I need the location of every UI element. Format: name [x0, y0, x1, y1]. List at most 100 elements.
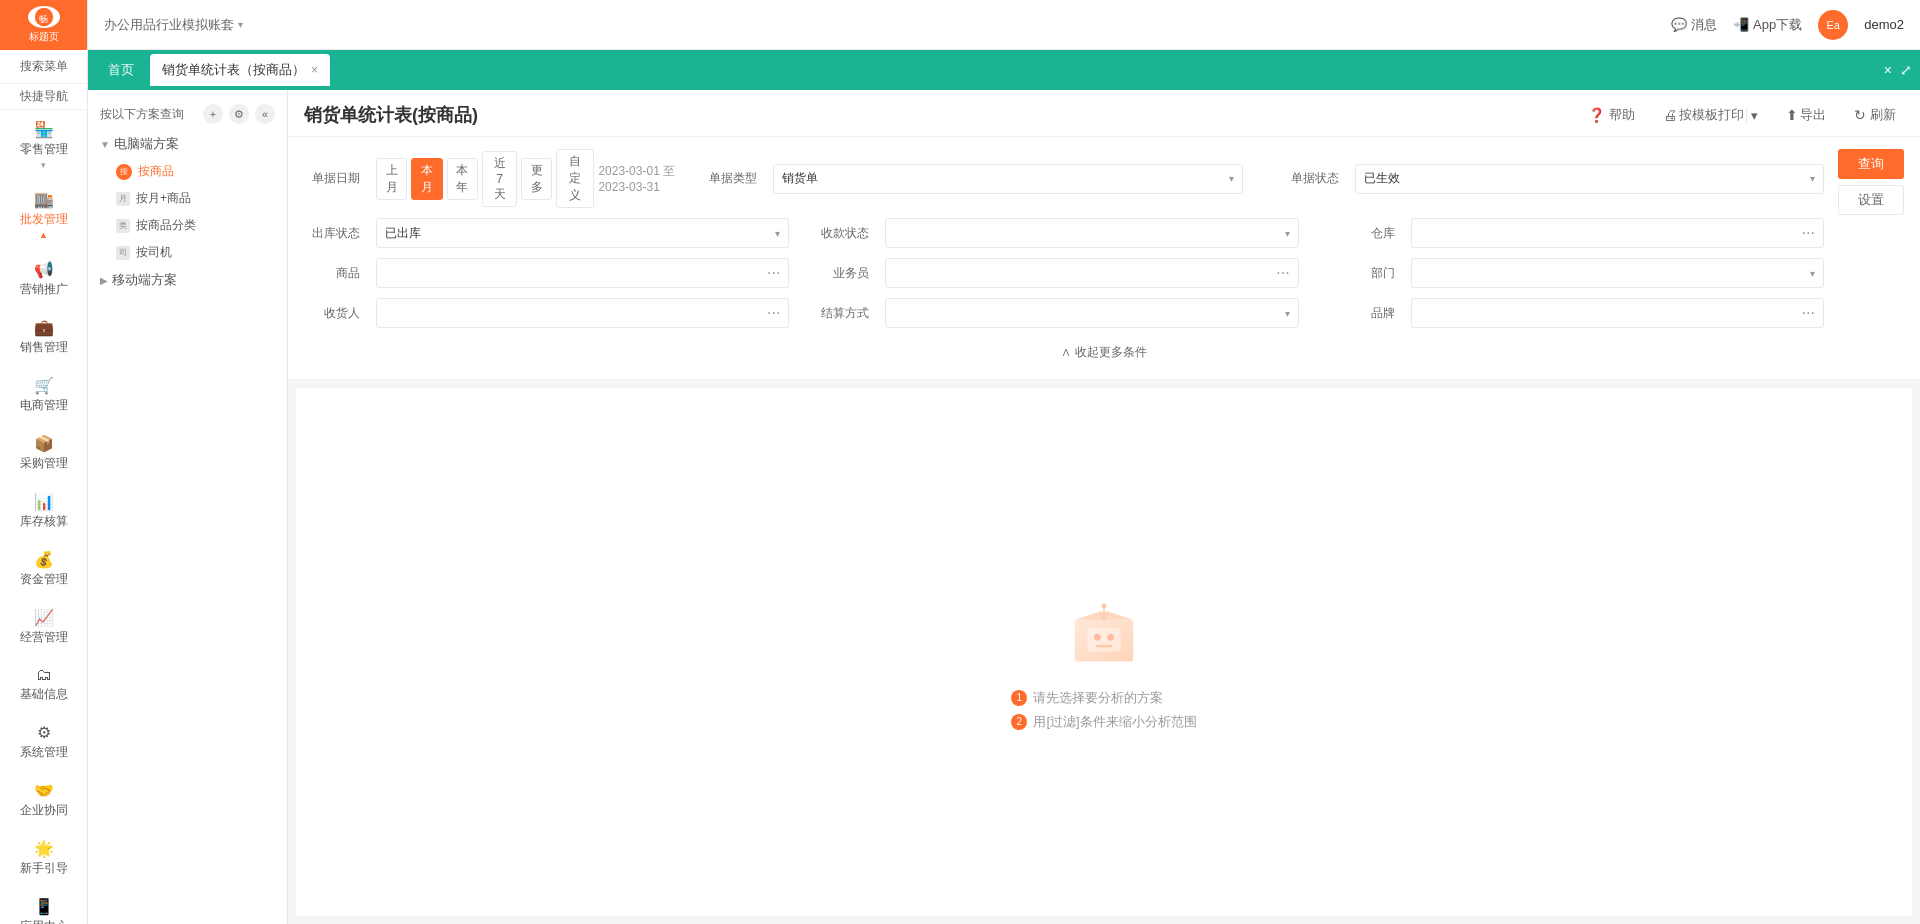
salesperson-input[interactable]: ··· — [885, 258, 1298, 288]
print-button[interactable]: 🖨 按模板打印 ▾ — [1655, 102, 1766, 128]
print-icon: 🖨 — [1663, 107, 1677, 123]
sidebar-item-operations[interactable]: 📈 经营管理 — [0, 598, 87, 656]
title-dropdown-arrow[interactable]: ▾ — [238, 19, 243, 30]
sales-icon: 💼 — [34, 318, 54, 337]
goods-input[interactable]: ··· — [376, 258, 789, 288]
tab-active[interactable]: 销货单统计表（按商品） × — [150, 54, 330, 86]
doc-type-label: 单据类型 — [701, 170, 757, 187]
doc-status-select[interactable]: 已生效 ▾ — [1355, 164, 1825, 194]
brand-dots: ··· — [1802, 304, 1815, 322]
window-close-button[interactable]: × — [1884, 62, 1892, 78]
tab-close-button[interactable]: × — [311, 63, 318, 77]
date-range-display: 2023-03-01 至 2023-03-31 — [598, 163, 677, 194]
main-area: 办公用品行业模拟账套 ▾ 💬 消息 📲 App下载 Ea demo2 首页 销货… — [88, 0, 1920, 924]
quick-nav[interactable]: 快捷导航 — [0, 84, 87, 110]
doc-status-label: 单据状态 — [1283, 170, 1339, 187]
receipt-status-select[interactable]: ▾ — [885, 218, 1298, 248]
svg-point-11 — [1102, 603, 1107, 608]
message-button[interactable]: 💬 消息 — [1671, 16, 1717, 34]
department-select[interactable]: ▾ — [1411, 258, 1824, 288]
svg-point-7 — [1094, 634, 1101, 641]
svg-point-8 — [1107, 634, 1114, 641]
finance-icon: 💰 — [34, 550, 54, 569]
basic-icon: 🗂 — [36, 666, 52, 684]
username-label: demo2 — [1864, 17, 1904, 32]
sidebar-item-retail[interactable]: 🏪 零售管理 ▾ — [0, 110, 87, 180]
empty-illustration — [1054, 574, 1154, 677]
refresh-icon: ↻ — [1854, 107, 1866, 123]
date-btn-this-year[interactable]: 本年 — [447, 158, 478, 200]
user-avatar[interactable]: Ea — [1818, 10, 1848, 40]
tree-parent-pc[interactable]: ▼ 电脑端方案 — [88, 130, 287, 158]
settlement-select[interactable]: ▾ — [885, 298, 1298, 328]
sidebar-item-newbie[interactable]: 🌟 新手引导 — [0, 829, 87, 887]
tab-home[interactable]: 首页 — [96, 54, 146, 86]
content-area: 按以下方案查询 + ⚙ « ▼ 电脑端方案 按 按商品 月 按月+商品 — [88, 90, 1920, 924]
wholesale-icon: 🏬 — [34, 190, 54, 209]
sidebar-item-system[interactable]: ⚙ 系统管理 — [0, 713, 87, 771]
add-scheme-button[interactable]: + — [203, 104, 223, 124]
sidebar-item-apps[interactable]: 📱 应用中心 — [0, 887, 87, 924]
query-buttons: 查询 设置 — [1838, 149, 1904, 215]
search-menu[interactable]: 搜索菜单 — [0, 50, 87, 84]
print-dropdown-arrow[interactable]: ▾ — [1746, 108, 1758, 123]
query-button[interactable]: 查询 — [1838, 149, 1904, 179]
date-btn-custom[interactable]: 自定义 — [556, 149, 594, 208]
date-btn-7days[interactable]: 近7天 — [482, 151, 517, 207]
tree-item-by-driver[interactable]: 司 按司机 — [88, 239, 287, 266]
sidebar-item-purchase[interactable]: 📦 采购管理 — [0, 424, 87, 482]
out-status-select[interactable]: 已出库 ▾ — [376, 218, 789, 248]
download-icon: 📲 — [1733, 17, 1749, 32]
ecommerce-icon: 🛒 — [34, 376, 54, 395]
svg-marker-4 — [1108, 611, 1133, 619]
retail-icon: 🏪 — [34, 120, 54, 139]
receipt-status-arrow: ▾ — [1285, 228, 1290, 239]
sidebar-item-finance[interactable]: 💰 资金管理 — [0, 540, 87, 598]
system-icon: ⚙ — [37, 723, 51, 742]
apps-icon: 📱 — [34, 897, 54, 916]
tree-item-by-month-goods[interactable]: 月 按月+商品 — [88, 185, 287, 212]
receiver-input[interactable]: ··· — [376, 298, 789, 328]
sidebar-item-enterprise[interactable]: 🤝 企业协同 — [0, 771, 87, 829]
filter-row-2: 出库状态 已出库 ▾ 收款状态 ▾ 仓库 ·· — [304, 218, 1904, 248]
collapse-panel-button[interactable]: « — [255, 104, 275, 124]
sidebar-item-wholesale[interactable]: 🏬 批发管理 ▲ — [0, 180, 87, 250]
sidebar-item-ecommerce[interactable]: 🛒 电商管理 — [0, 366, 87, 424]
export-button[interactable]: ⬆ 导出 — [1778, 102, 1834, 128]
left-panel: 按以下方案查询 + ⚙ « ▼ 电脑端方案 按 按商品 月 按月+商品 — [88, 90, 288, 924]
warehouse-input[interactable]: ··· — [1411, 218, 1824, 248]
tree-item-by-goods[interactable]: 按 按商品 — [88, 158, 287, 185]
sidebar-item-inventory[interactable]: 📊 库存核算 — [0, 482, 87, 540]
svg-rect-6 — [1087, 628, 1120, 651]
sidebar-item-marketing[interactable]: 📢 营销推广 — [0, 250, 87, 308]
inventory-icon: 📊 — [34, 492, 54, 511]
sub-icon-2: 类 — [116, 219, 130, 233]
date-btn-more[interactable]: 更多 — [521, 158, 552, 200]
help-button[interactable]: ❓ 帮助 — [1580, 102, 1643, 128]
window-maximize-button[interactable]: ⤢ — [1900, 62, 1912, 78]
doc-type-select[interactable]: 销货单 ▾ — [773, 164, 1243, 194]
app-title: 办公用品行业模拟账套 ▾ — [104, 16, 1659, 34]
purchase-icon: 📦 — [34, 434, 54, 453]
empty-tip-2: 2 用[过滤]条件来缩小分析范围 — [1011, 713, 1196, 731]
svg-rect-9 — [1096, 644, 1113, 647]
scheme-icon: 按 — [116, 164, 132, 180]
sidebar-item-sales[interactable]: 💼 销售管理 — [0, 308, 87, 366]
receipt-status-label: 收款状态 — [813, 225, 869, 242]
refresh-button[interactable]: ↻ 刷新 — [1846, 102, 1904, 128]
tree-parent-mobile[interactable]: ▶ 移动端方案 — [88, 266, 287, 294]
brand-input[interactable]: ··· — [1411, 298, 1824, 328]
collapse-filters-button[interactable]: ∧ 收起更多条件 — [304, 338, 1904, 367]
sidebar-item-basic[interactable]: 🗂 基础信息 — [0, 656, 87, 713]
department-label: 部门 — [1339, 265, 1395, 282]
tree-item-by-category[interactable]: 类 按商品分类 — [88, 212, 287, 239]
app-download-button[interactable]: 📲 App下载 — [1733, 16, 1802, 34]
tabs-window-controls: × ⤢ — [1884, 62, 1912, 78]
date-btn-last-month[interactable]: 上月 — [376, 158, 407, 200]
date-btn-this-month[interactable]: 本月 — [411, 158, 442, 200]
page-title: 销货单统计表(按商品) — [304, 103, 478, 127]
settlement-label: 结算方式 — [813, 305, 869, 322]
doc-status-arrow: ▾ — [1810, 173, 1815, 184]
settings-scheme-button[interactable]: ⚙ — [229, 104, 249, 124]
setting-button[interactable]: 设置 — [1838, 185, 1904, 215]
